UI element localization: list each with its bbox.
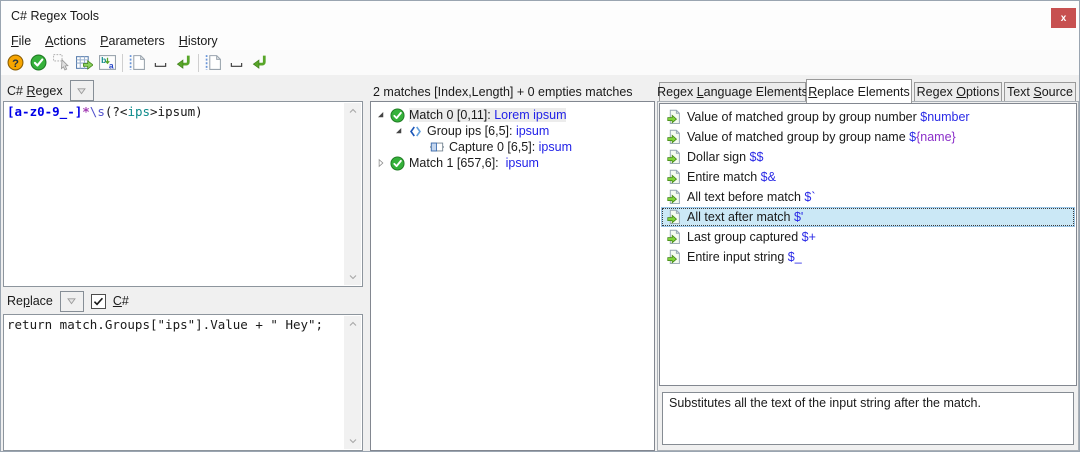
tab-text-source[interactable]: Text Source [1004,82,1076,102]
insert-element-icon [666,129,682,145]
matches-tree: Match 0 [0,11]: Lorem ipsum Group ips [6… [370,101,655,451]
insert-element-icon [666,169,682,185]
newline-button-2[interactable] [248,52,271,74]
help-button[interactable] [4,52,27,74]
return-arrow-icon [251,54,266,70]
replace-text: return match.Groups["ips"].Value + " Hey… [7,317,324,332]
insert-element-icon [666,249,682,265]
replace-input[interactable]: return match.Groups["ips"].Value + " Hey… [3,314,363,451]
scroll-down-icon[interactable] [347,435,359,447]
replace-scrollbar[interactable] [344,316,361,449]
replace-elements-list: Value of matched group by group number $… [659,103,1077,386]
scroll-down-icon[interactable] [347,271,359,283]
element-description: Substitutes all the text of the input st… [662,392,1074,445]
replace-element-item-2[interactable]: Dollar sign $$ [661,147,1075,167]
rename-button[interactable] [96,52,119,74]
paste-text-button-2[interactable] [202,52,225,74]
expander-expanded-icon[interactable] [393,125,405,137]
replace-element-item-7[interactable]: Entire input string $_ [661,247,1075,267]
scroll-up-icon[interactable] [347,318,359,330]
space-button[interactable] [149,52,172,74]
toolbar-separator [198,53,199,72]
regex-label-row: C# Regex [7,80,94,101]
insert-element-icon [666,109,682,125]
menu-history[interactable]: History [172,32,225,50]
replace-label-row: Replace C# [7,290,129,312]
replace-element-item-4[interactable]: All text before match $` [661,187,1075,207]
space-icon [154,62,167,67]
menu-actions[interactable]: Actions [38,32,93,50]
regex-input[interactable]: [a-z0-9_-]*\s(?<ips>ipsum) [3,101,363,287]
pointer-icon [53,54,69,71]
menu-file[interactable]: File [4,32,38,50]
paste-text-button[interactable] [126,52,149,74]
validate-button[interactable] [27,52,50,74]
insert-element-icon [666,209,682,225]
replace-label: Replace [7,294,53,308]
tree-row-group-ips[interactable]: Group ips [6,5]: ipsum [371,123,654,139]
match-success-icon [389,155,405,171]
export-table-button[interactable] [73,52,96,74]
replace-history-dropdown[interactable] [59,290,84,312]
regex-scrollbar[interactable] [344,103,361,285]
space-icon [230,62,243,67]
close-icon: x [1060,12,1067,24]
match-success-icon [389,107,405,123]
chevron-down-icon [77,87,86,94]
space-button-2[interactable] [225,52,248,74]
expander-collapsed-icon[interactable] [375,157,387,169]
regex-history-dropdown[interactable] [69,80,94,101]
tab-regex-language-elements[interactable]: Regex Language Elements [657,82,808,102]
paste-text-icon [205,54,222,71]
title-bar[interactable]: C# Regex Tools x [1,1,1079,31]
insert-element-icon [666,189,682,205]
expander-expanded-icon[interactable] [375,109,387,121]
menu-parameters[interactable]: Parameters [93,32,172,50]
match-0-text: Match 0 [0,11]: Lorem ipsum [409,108,567,122]
regex-label: C# Regex [7,83,63,98]
help-icon [7,54,24,71]
regex-text: [a-z0-9_-]*\s(?<ips>ipsum) [7,104,203,119]
rename-ba-icon [99,54,116,71]
csharp-checkbox-label[interactable]: C# [113,294,129,308]
replace-element-item-3[interactable]: Entire match $& [661,167,1075,187]
insert-element-icon [666,229,682,245]
matches-summary: 2 matches [Index,Length] + 0 empties mat… [373,85,633,99]
app-window: C# Regex Tools x File Actions Parameters… [0,0,1080,452]
insert-element-icon [666,149,682,165]
replace-element-item-1[interactable]: Value of matched group by group name $ {n… [661,127,1075,147]
replace-element-item-5[interactable]: All text after match $' [661,207,1075,227]
tree-row-capture-0[interactable]: Capture 0 [6,5]: ipsum [371,139,654,155]
replace-elements-panel: Value of matched group by group number $… [657,101,1079,451]
csharp-checkbox[interactable] [90,293,106,309]
capture-icon [429,140,445,154]
window-title: C# Regex Tools [11,9,100,23]
replace-element-item-0[interactable]: Value of matched group by group number $… [661,107,1075,127]
newline-button[interactable] [172,52,195,74]
tree-row-match-0[interactable]: Match 0 [0,11]: Lorem ipsum [371,107,654,123]
close-button[interactable]: x [1051,8,1076,28]
group-icon [407,125,423,138]
scroll-up-icon[interactable] [347,105,359,117]
tree-row-match-1[interactable]: Match 1 [657,6]: ipsum [371,155,654,171]
chevron-down-icon [67,298,76,305]
tab-regex-options[interactable]: Regex Options [914,82,1002,102]
menu-bar: File Actions Parameters History [1,31,1079,50]
paste-text-icon [129,54,146,71]
toolbar-separator [122,53,123,72]
check-circle-icon [30,54,47,71]
checkmark-icon [93,296,104,305]
return-arrow-icon [175,54,190,70]
toolbar [1,50,1079,75]
table-export-icon [76,56,93,70]
select-pointer-button[interactable] [50,52,73,74]
tab-replace-elements[interactable]: Replace Elements [806,79,912,103]
replace-element-item-6[interactable]: Last group captured $+ [661,227,1075,247]
